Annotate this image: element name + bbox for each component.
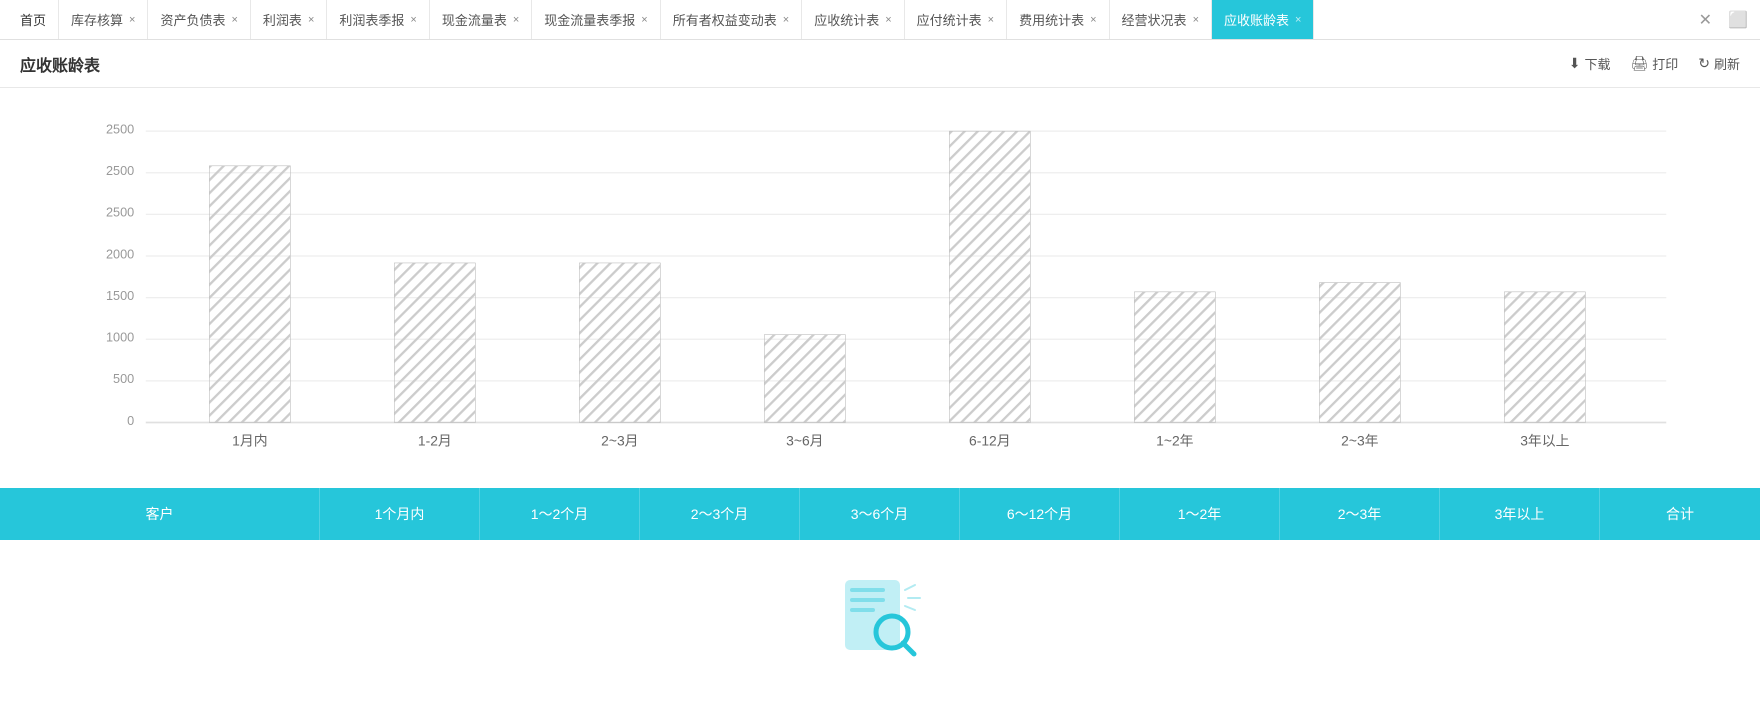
bar-7 bbox=[1319, 283, 1400, 423]
page-actions: ⬇ 下载 🖨 打印 ↻ 刷新 bbox=[1569, 54, 1740, 73]
tab-operations-close[interactable]: × bbox=[1193, 14, 1199, 26]
tab-ap-stats-label: 应付统计表 bbox=[917, 10, 982, 29]
svg-text:2500: 2500 bbox=[106, 163, 134, 178]
tab-home[interactable]: 首页 bbox=[8, 0, 59, 40]
print-button[interactable]: 🖨 打印 bbox=[1630, 54, 1678, 73]
tab-equity-label: 所有者权益变动表 bbox=[673, 10, 777, 29]
svg-text:2500: 2500 bbox=[106, 121, 134, 136]
tab-ap-stats[interactable]: 应付统计表 × bbox=[905, 0, 1007, 40]
window-maximize-button[interactable]: ⬜ bbox=[1724, 6, 1752, 34]
svg-text:2500: 2500 bbox=[106, 205, 134, 220]
svg-text:3年以上: 3年以上 bbox=[1520, 433, 1569, 449]
tab-cashflow[interactable]: 现金流量表 × bbox=[430, 0, 532, 40]
tab-cashflow-label: 现金流量表 bbox=[442, 10, 507, 29]
col-1-2year: 1～2年 bbox=[1120, 488, 1280, 540]
tab-profit-close[interactable]: × bbox=[308, 14, 314, 26]
tab-bar: 首页 库存核算 × 资产负债表 × 利润表 × 利润表季报 × 现金流量表 × … bbox=[0, 0, 1760, 40]
tab-cashflow-quarterly[interactable]: 现金流量表季报 × bbox=[532, 0, 660, 40]
tab-expense-stats[interactable]: 费用统计表 × bbox=[1007, 0, 1109, 40]
bar-5 bbox=[949, 131, 1030, 422]
tab-ar-aging-close[interactable]: × bbox=[1295, 14, 1301, 26]
tab-equity-close[interactable]: × bbox=[783, 14, 789, 26]
bar-3 bbox=[579, 263, 660, 423]
tab-profit-label: 利润表 bbox=[263, 10, 302, 29]
tab-inventory-label: 库存核算 bbox=[71, 10, 123, 29]
bar-6 bbox=[1134, 292, 1215, 423]
bar-chart: 2500 2500 2500 2000 1500 1000 500 0 bbox=[40, 108, 1720, 478]
svg-text:2~3年: 2~3年 bbox=[1341, 433, 1379, 449]
tab-ar-aging-label: 应收账龄表 bbox=[1224, 10, 1289, 29]
bar-1 bbox=[209, 166, 290, 423]
col-2-3year: 2～3年 bbox=[1280, 488, 1440, 540]
table-header: 客户 1个月内 1～2个月 2～3个月 3～6个月 6～12个月 1～2年 2～… bbox=[0, 488, 1760, 540]
svg-text:1000: 1000 bbox=[106, 330, 134, 345]
col-customer: 客户 bbox=[0, 488, 320, 540]
tab-ar-stats[interactable]: 应收统计表 × bbox=[802, 0, 904, 40]
bar-2 bbox=[394, 263, 475, 423]
bar-8 bbox=[1504, 292, 1585, 423]
col-1-2month: 1～2个月 bbox=[480, 488, 640, 540]
print-icon: 🖨 bbox=[1630, 55, 1648, 72]
tab-inventory-close[interactable]: × bbox=[129, 14, 135, 26]
tab-balance-sheet[interactable]: 资产负债表 × bbox=[148, 0, 250, 40]
svg-text:2000: 2000 bbox=[106, 246, 134, 261]
col-1month: 1个月内 bbox=[320, 488, 480, 540]
col-3plus-year: 3年以上 bbox=[1440, 488, 1600, 540]
refresh-label: 刷新 bbox=[1714, 54, 1740, 73]
col-6-12month: 6～12个月 bbox=[960, 488, 1120, 540]
svg-text:1-2月: 1-2月 bbox=[418, 433, 452, 449]
main-content: 2500 2500 2500 2000 1500 1000 500 0 bbox=[0, 88, 1760, 720]
svg-text:6-12月: 6-12月 bbox=[969, 433, 1011, 449]
tab-ap-stats-close[interactable]: × bbox=[988, 14, 994, 26]
refresh-button[interactable]: ↻ 刷新 bbox=[1698, 54, 1740, 73]
tab-home-label: 首页 bbox=[20, 10, 46, 29]
tab-ar-stats-label: 应收统计表 bbox=[814, 10, 879, 29]
svg-text:500: 500 bbox=[113, 371, 134, 386]
tab-inventory[interactable]: 库存核算 × bbox=[59, 0, 148, 40]
print-label: 打印 bbox=[1652, 54, 1678, 73]
svg-text:2~3月: 2~3月 bbox=[601, 433, 638, 449]
tab-expense-stats-label: 费用统计表 bbox=[1019, 10, 1084, 29]
svg-text:1~2年: 1~2年 bbox=[1156, 433, 1194, 449]
tab-expense-stats-close[interactable]: × bbox=[1090, 14, 1096, 26]
chart-area: 2500 2500 2500 2000 1500 1000 500 0 bbox=[0, 88, 1760, 488]
tab-equity[interactable]: 所有者权益变动表 × bbox=[661, 0, 802, 40]
svg-text:1月内: 1月内 bbox=[232, 433, 267, 449]
tab-ar-stats-close[interactable]: × bbox=[885, 14, 891, 26]
refresh-icon: ↻ bbox=[1698, 55, 1710, 72]
download-icon: ⬇ bbox=[1569, 55, 1581, 72]
tab-cashflow-close[interactable]: × bbox=[513, 14, 519, 26]
empty-state-icon bbox=[830, 570, 930, 670]
svg-text:0: 0 bbox=[127, 413, 134, 428]
tab-balance-sheet-label: 资产负债表 bbox=[160, 10, 225, 29]
tab-profit-quarterly[interactable]: 利润表季报 × bbox=[327, 0, 429, 40]
page-title: 应收账龄表 bbox=[20, 52, 100, 76]
page-header: 应收账龄表 ⬇ 下载 🖨 打印 ↻ 刷新 bbox=[0, 40, 1760, 88]
empty-state bbox=[0, 540, 1760, 720]
tab-profit[interactable]: 利润表 × bbox=[251, 0, 327, 40]
col-3-6month: 3～6个月 bbox=[800, 488, 960, 540]
tab-operations[interactable]: 经营状况表 × bbox=[1110, 0, 1212, 40]
tab-operations-label: 经营状况表 bbox=[1122, 10, 1187, 29]
col-total: 合计 bbox=[1600, 488, 1760, 540]
svg-text:3~6月: 3~6月 bbox=[786, 433, 823, 449]
download-label: 下载 bbox=[1584, 54, 1610, 73]
tab-cashflow-quarterly-label: 现金流量表季报 bbox=[544, 10, 635, 29]
download-button[interactable]: ⬇ 下载 bbox=[1569, 54, 1611, 73]
tab-profit-quarterly-close[interactable]: × bbox=[410, 14, 416, 26]
tab-bar-actions: ✕ ⬜ bbox=[1695, 6, 1752, 34]
svg-text:1500: 1500 bbox=[106, 288, 134, 303]
tab-balance-sheet-close[interactable]: × bbox=[231, 14, 237, 26]
tab-ar-aging[interactable]: 应收账龄表 × bbox=[1212, 0, 1314, 40]
col-2-3month: 2～3个月 bbox=[640, 488, 800, 540]
tab-profit-quarterly-label: 利润表季报 bbox=[339, 10, 404, 29]
bar-4 bbox=[764, 335, 845, 423]
window-close-button[interactable]: ✕ bbox=[1695, 6, 1716, 34]
tab-cashflow-quarterly-close[interactable]: × bbox=[641, 14, 647, 26]
